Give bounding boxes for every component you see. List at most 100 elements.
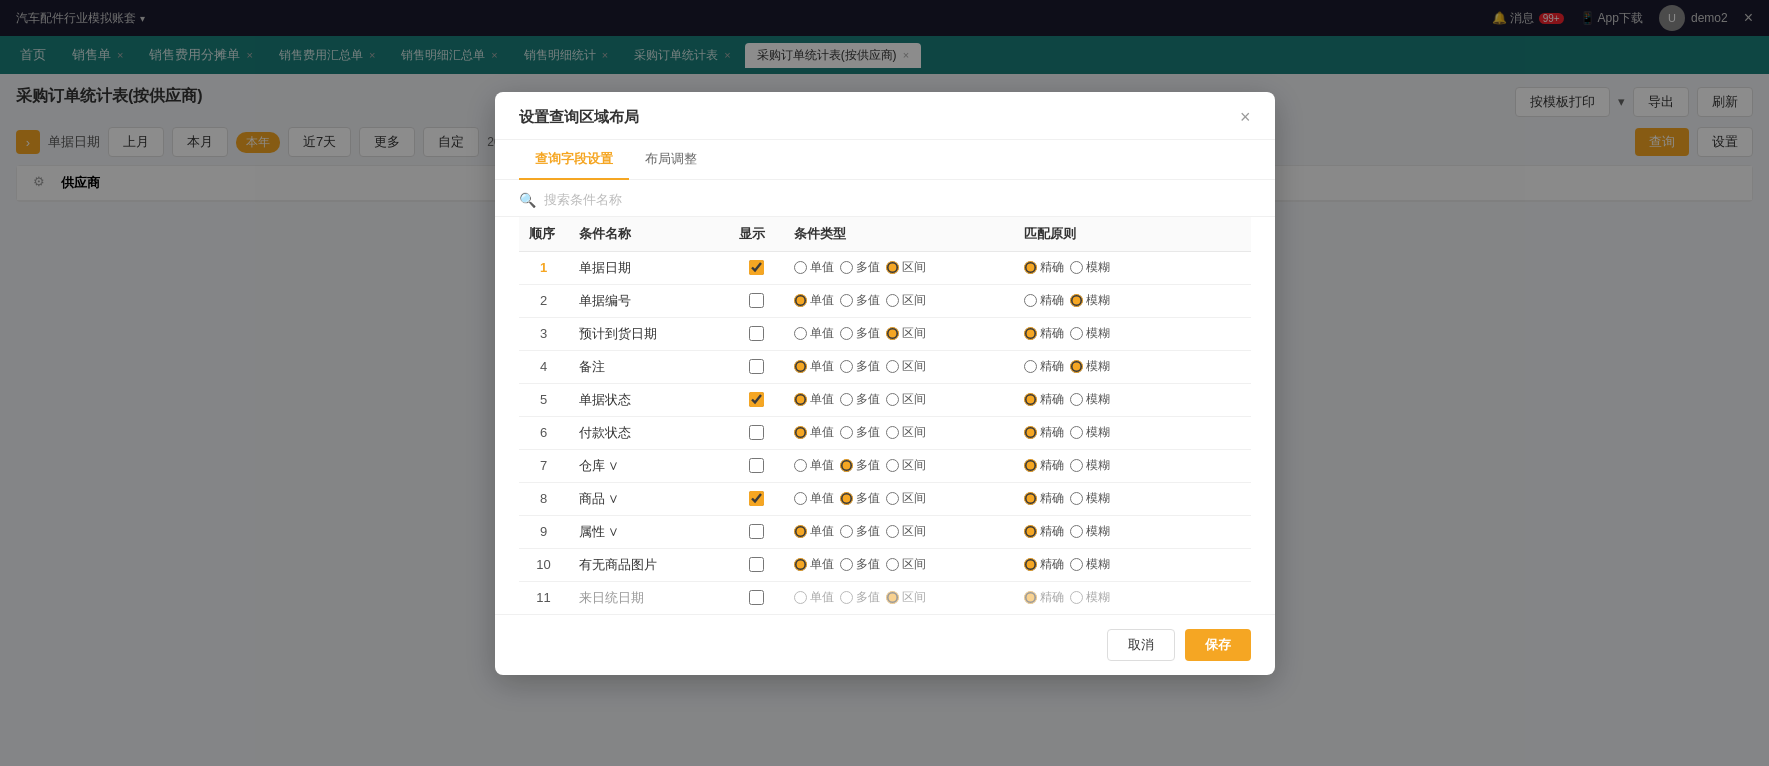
type-radio[interactable] [794,558,807,571]
match-radio[interactable] [1070,591,1083,604]
type-radio[interactable] [840,558,853,571]
display-checkbox[interactable] [749,590,764,605]
match-radio-label[interactable]: 模糊 [1070,589,1110,606]
match-radio-label[interactable]: 精确 [1024,490,1064,507]
match-radio[interactable] [1070,393,1083,406]
match-radio[interactable] [1070,492,1083,505]
display-checkbox[interactable] [749,557,764,572]
tab-query-fields[interactable]: 查询字段设置 [519,140,629,180]
type-radio-label[interactable]: 单值 [794,259,834,276]
match-radio-label[interactable]: 模糊 [1070,490,1110,507]
type-radio[interactable] [886,492,899,505]
match-radio[interactable] [1070,525,1083,538]
type-radio[interactable] [886,591,899,604]
type-radio[interactable] [840,393,853,406]
type-radio[interactable] [886,294,899,307]
type-radio-label[interactable]: 区间 [886,259,926,276]
type-radio-label[interactable]: 区间 [886,358,926,375]
type-radio-label[interactable]: 区间 [886,523,926,540]
type-radio[interactable] [886,426,899,439]
type-radio-label[interactable]: 多值 [840,490,880,507]
display-checkbox[interactable] [749,326,764,341]
type-radio-label[interactable]: 区间 [886,391,926,408]
type-radio[interactable] [840,591,853,604]
match-radio[interactable] [1070,294,1083,307]
match-radio-label[interactable]: 模糊 [1070,556,1110,573]
match-radio-label[interactable]: 精确 [1024,391,1064,408]
type-radio[interactable] [840,426,853,439]
display-checkbox[interactable] [749,425,764,440]
type-radio[interactable] [886,360,899,373]
type-radio[interactable] [840,360,853,373]
save-btn[interactable]: 保存 [1185,629,1251,661]
display-checkbox[interactable] [749,458,764,473]
match-radio[interactable] [1024,327,1037,340]
type-radio-label[interactable]: 单值 [794,490,834,507]
display-checkbox[interactable] [749,491,764,506]
match-radio-label[interactable]: 精确 [1024,424,1064,441]
type-radio[interactable] [886,525,899,538]
match-radio[interactable] [1024,393,1037,406]
match-radio-label[interactable]: 模糊 [1070,292,1110,309]
type-radio-label[interactable]: 多值 [840,325,880,342]
tab-layout-adjust[interactable]: 布局调整 [629,140,713,180]
type-radio[interactable] [886,261,899,274]
type-radio-label[interactable]: 单值 [794,424,834,441]
type-radio-label[interactable]: 多值 [840,358,880,375]
type-radio[interactable] [794,261,807,274]
match-radio-label[interactable]: 模糊 [1070,523,1110,540]
match-radio[interactable] [1070,558,1083,571]
type-radio[interactable] [794,492,807,505]
type-radio-label[interactable]: 单值 [794,358,834,375]
type-radio-label[interactable]: 单值 [794,292,834,309]
type-radio[interactable] [840,294,853,307]
type-radio-label[interactable]: 多值 [840,292,880,309]
match-radio[interactable] [1070,459,1083,472]
type-radio[interactable] [794,393,807,406]
type-radio[interactable] [794,525,807,538]
condition-search-input[interactable] [544,192,1251,207]
type-radio-label[interactable]: 多值 [840,523,880,540]
match-radio-label[interactable]: 精确 [1024,259,1064,276]
type-radio-label[interactable]: 区间 [886,457,926,474]
type-radio[interactable] [840,525,853,538]
match-radio[interactable] [1024,294,1037,307]
type-radio[interactable] [886,459,899,472]
match-radio[interactable] [1024,261,1037,274]
match-radio-label[interactable]: 精确 [1024,292,1064,309]
match-radio[interactable] [1070,360,1083,373]
match-radio-label[interactable]: 模糊 [1070,424,1110,441]
match-radio[interactable] [1024,525,1037,538]
match-radio[interactable] [1024,426,1037,439]
display-checkbox[interactable] [749,359,764,374]
type-radio-label[interactable]: 多值 [840,424,880,441]
match-radio-label[interactable]: 模糊 [1070,358,1110,375]
type-radio[interactable] [840,459,853,472]
type-radio-label[interactable]: 多值 [840,391,880,408]
match-radio-label[interactable]: 模糊 [1070,391,1110,408]
type-radio[interactable] [886,327,899,340]
match-radio-label[interactable]: 精确 [1024,523,1064,540]
match-radio[interactable] [1024,459,1037,472]
match-radio[interactable] [1024,558,1037,571]
type-radio[interactable] [840,327,853,340]
match-radio-label[interactable]: 精确 [1024,325,1064,342]
type-radio[interactable] [886,393,899,406]
cancel-btn[interactable]: 取消 [1107,629,1175,661]
type-radio-label[interactable]: 单值 [794,391,834,408]
match-radio-label[interactable]: 精确 [1024,589,1064,606]
type-radio[interactable] [886,558,899,571]
type-radio[interactable] [840,492,853,505]
match-radio-label[interactable]: 模糊 [1070,457,1110,474]
type-radio[interactable] [794,294,807,307]
type-radio[interactable] [794,459,807,472]
type-radio-label[interactable]: 单值 [794,523,834,540]
type-radio-label[interactable]: 多值 [840,589,880,606]
type-radio-label[interactable]: 区间 [886,556,926,573]
type-radio[interactable] [794,360,807,373]
display-checkbox[interactable] [749,293,764,308]
type-radio[interactable] [794,426,807,439]
display-checkbox[interactable] [749,392,764,407]
type-radio-label[interactable]: 单值 [794,556,834,573]
type-radio-label[interactable]: 多值 [840,259,880,276]
